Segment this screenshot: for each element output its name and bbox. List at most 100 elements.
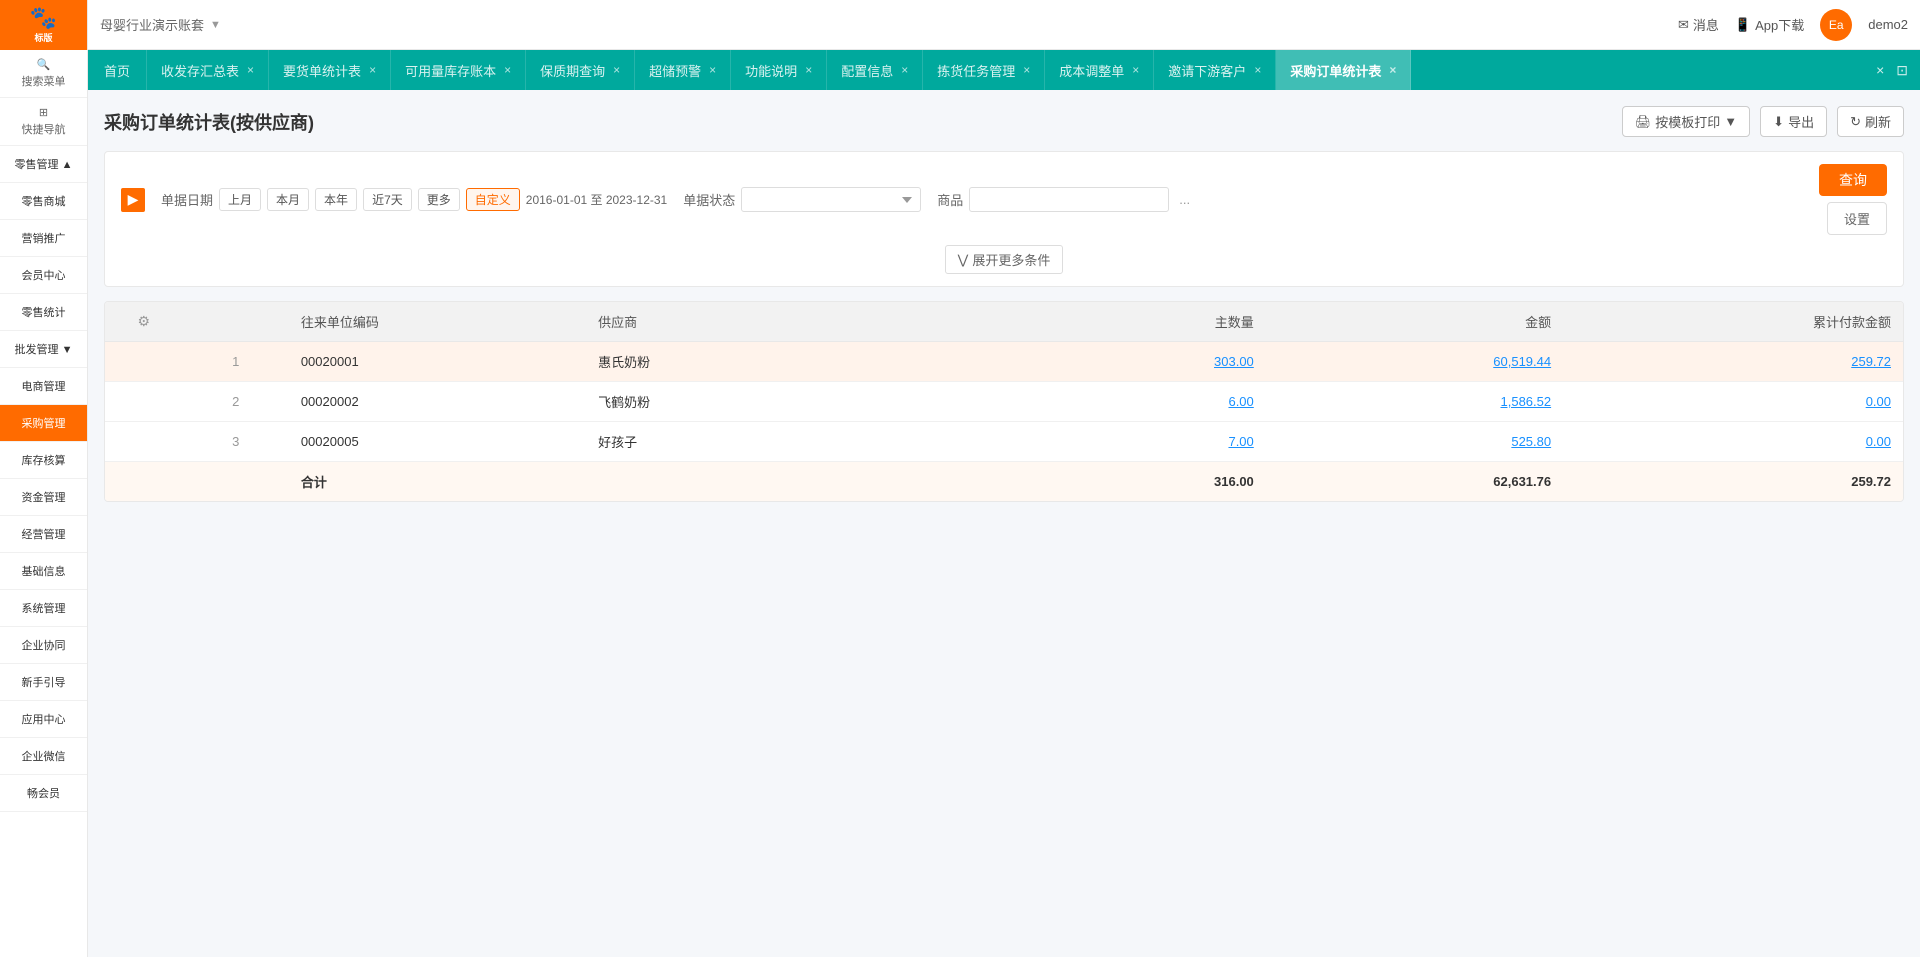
message-button[interactable]: ✉ 消息 bbox=[1678, 15, 1719, 34]
user-name[interactable]: demo2 bbox=[1868, 17, 1908, 32]
row-checkbox bbox=[105, 422, 183, 462]
sidebar-item-retail-store[interactable]: 零售商城 bbox=[0, 183, 87, 220]
tab-receive-summary[interactable]: 收发存汇总表 × bbox=[147, 50, 269, 90]
table-footer: 合计 316.00 62,631.76 259.72 bbox=[105, 462, 1903, 502]
sidebar-item-system[interactable]: 系统管理 bbox=[0, 590, 87, 627]
tab-overstock-close[interactable]: × bbox=[709, 63, 716, 77]
export-button[interactable]: ⬇ 导出 bbox=[1760, 106, 1827, 137]
row-supplier-code: 00020002 bbox=[289, 382, 586, 422]
user-initial: Ea bbox=[1829, 18, 1844, 32]
tab-order-stat-close[interactable]: × bbox=[369, 63, 376, 77]
tab-config[interactable]: 配置信息 × bbox=[827, 50, 923, 90]
restore-button[interactable]: ⊡ bbox=[1892, 60, 1912, 81]
sidebar-item-newguide[interactable]: 新手引导 bbox=[0, 664, 87, 701]
row-qty[interactable]: 303.00 bbox=[1011, 342, 1266, 382]
sidebar-item-appcenter[interactable]: 应用中心 bbox=[0, 701, 87, 738]
tab-purchase-order-stat-close[interactable]: × bbox=[1389, 63, 1396, 77]
print-button[interactable]: 🖨 按模板打印 ▼ bbox=[1622, 106, 1750, 137]
top-bar: 母婴行业演示账套 ▼ ✉ 消息 📱 App下载 Ea demo2 bbox=[88, 0, 1920, 50]
sidebar-item-marketing[interactable]: 营销推广 bbox=[0, 220, 87, 257]
sidebar-item-wechat[interactable]: 企业微信 bbox=[0, 738, 87, 775]
sidebar-item-retail-stat[interactable]: 零售统计 bbox=[0, 294, 87, 331]
table-settings-icon[interactable]: ⚙ bbox=[138, 313, 151, 329]
sidebar-item-wholesale[interactable]: 批发管理 ▼ bbox=[0, 331, 87, 368]
app-download-button[interactable]: 📱 App下载 bbox=[1735, 15, 1804, 34]
tab-overstock[interactable]: 超储预警 × bbox=[635, 50, 731, 90]
workspace-selector[interactable]: 母婴行业演示账套 ▼ bbox=[100, 15, 1678, 34]
sidebar-quick-nav[interactable]: ⊞ 快捷导航 bbox=[0, 98, 87, 146]
tab-function-desc-close[interactable]: × bbox=[805, 63, 812, 77]
sidebar-item-finance[interactable]: 资金管理 bbox=[0, 479, 87, 516]
tab-pick-task-close[interactable]: × bbox=[1023, 63, 1030, 77]
user-avatar[interactable]: Ea bbox=[1820, 9, 1852, 41]
footer-empty bbox=[105, 462, 289, 502]
expand-more-button[interactable]: ⋁ 展开更多条件 bbox=[945, 245, 1064, 274]
tab-cost-adjust-close[interactable]: × bbox=[1132, 63, 1139, 77]
tab-order-stat[interactable]: 要货单统计表 × bbox=[269, 50, 391, 90]
row-amount[interactable]: 525.80 bbox=[1266, 422, 1563, 462]
sidebar-item-purchase[interactable]: 采购管理 bbox=[0, 405, 87, 442]
page-header: 采购订单统计表(按供应商) 🖨 按模板打印 ▼ ⬇ 导出 ↻ 刷新 bbox=[104, 106, 1904, 137]
tab-expiry-close[interactable]: × bbox=[613, 63, 620, 77]
sidebar-item-retail[interactable]: 零售管理 ▲ bbox=[0, 146, 87, 183]
sidebar-item-finance-label: 资金管理 bbox=[22, 492, 66, 504]
sidebar-item-enterprise-label: 企业协同 bbox=[22, 640, 66, 652]
tab-function-desc[interactable]: 功能说明 × bbox=[731, 50, 827, 90]
query-button[interactable]: 查询 bbox=[1819, 164, 1887, 196]
date-btn-this-month[interactable]: 本月 bbox=[267, 188, 309, 211]
close-all-button[interactable]: × bbox=[1872, 60, 1888, 80]
row-qty[interactable]: 6.00 bbox=[1011, 382, 1266, 422]
sidebar-item-operation[interactable]: 经营管理 bbox=[0, 516, 87, 553]
sidebar: 🐾 标版 🔍 搜索菜单 ⊞ 快捷导航 零售管理 ▲ 零售商城 营销推广 会员中心… bbox=[0, 0, 88, 957]
logo-text: 标版 bbox=[34, 31, 52, 44]
date-btn-last7[interactable]: 近7天 bbox=[363, 188, 412, 211]
row-paid[interactable]: 0.00 bbox=[1563, 422, 1903, 462]
tab-receive-summary-close[interactable]: × bbox=[247, 63, 254, 77]
sidebar-item-ecommerce[interactable]: 电商管理 bbox=[0, 368, 87, 405]
date-btn-more[interactable]: 更多 bbox=[418, 188, 460, 211]
tab-available-stock-close[interactable]: × bbox=[504, 63, 511, 77]
tab-invite-customer-close[interactable]: × bbox=[1254, 63, 1261, 77]
sidebar-item-vip[interactable]: 畅会员 bbox=[0, 775, 87, 812]
goods-input[interactable] bbox=[969, 187, 1169, 212]
row-paid[interactable]: 259.72 bbox=[1563, 342, 1903, 382]
toggle-icon: ▶ bbox=[128, 191, 139, 208]
table-row: 3 00020005 好孩子 7.00 525.80 0.00 bbox=[105, 422, 1903, 462]
filter-settings-button[interactable]: 设置 bbox=[1827, 202, 1887, 235]
sidebar-item-member-label: 会员中心 bbox=[22, 270, 66, 282]
date-btn-custom[interactable]: 自定义 bbox=[466, 188, 520, 211]
message-icon: ✉ bbox=[1678, 17, 1689, 33]
tab-cost-adjust[interactable]: 成本调整单 × bbox=[1045, 50, 1154, 90]
tab-invite-customer[interactable]: 邀请下游客户 × bbox=[1154, 50, 1276, 90]
filter-toggle[interactable]: ▶ bbox=[121, 188, 145, 212]
goods-more-icon[interactable]: ... bbox=[1179, 192, 1190, 207]
home-label: 首页 bbox=[104, 61, 130, 80]
row-amount[interactable]: 60,519.44 bbox=[1266, 342, 1563, 382]
row-amount[interactable]: 1,586.52 bbox=[1266, 382, 1563, 422]
row-supplier: 惠氏奶粉 bbox=[586, 342, 1011, 382]
sidebar-item-basic[interactable]: 基础信息 bbox=[0, 553, 87, 590]
tab-pick-task[interactable]: 拣货任务管理 × bbox=[923, 50, 1045, 90]
row-qty[interactable]: 7.00 bbox=[1011, 422, 1266, 462]
tab-purchase-order-stat[interactable]: 采购订单统计表 × bbox=[1276, 50, 1411, 90]
row-supplier-code: 00020001 bbox=[289, 342, 586, 382]
tab-cost-adjust-label: 成本调整单 bbox=[1059, 61, 1124, 80]
tab-config-close[interactable]: × bbox=[901, 63, 908, 77]
sidebar-item-enterprise[interactable]: 企业协同 bbox=[0, 627, 87, 664]
sidebar-item-retail-label: 零售管理 ▲ bbox=[15, 159, 73, 171]
status-select[interactable] bbox=[741, 187, 921, 212]
sidebar-item-member[interactable]: 会员中心 bbox=[0, 257, 87, 294]
tab-available-stock[interactable]: 可用量库存账本 × bbox=[391, 50, 526, 90]
table-footer-row: 合计 316.00 62,631.76 259.72 bbox=[105, 462, 1903, 502]
row-supplier: 好孩子 bbox=[586, 422, 1011, 462]
tab-home[interactable]: 首页 bbox=[88, 50, 147, 90]
row-paid[interactable]: 0.00 bbox=[1563, 382, 1903, 422]
sidebar-item-inventory[interactable]: 库存核算 bbox=[0, 442, 87, 479]
filter-panel: ▶ 单据日期 上月 本月 本年 近7天 更多 自定义 2016-01-01 至 … bbox=[104, 151, 1904, 287]
date-btn-this-year[interactable]: 本年 bbox=[315, 188, 357, 211]
tab-expiry[interactable]: 保质期查询 × bbox=[526, 50, 635, 90]
refresh-button[interactable]: ↻ 刷新 bbox=[1837, 106, 1904, 137]
date-options-group: 上月 本月 本年 近7天 更多 自定义 bbox=[219, 188, 520, 211]
sidebar-search[interactable]: 🔍 搜索菜单 bbox=[0, 50, 87, 98]
date-btn-last-month[interactable]: 上月 bbox=[219, 188, 261, 211]
